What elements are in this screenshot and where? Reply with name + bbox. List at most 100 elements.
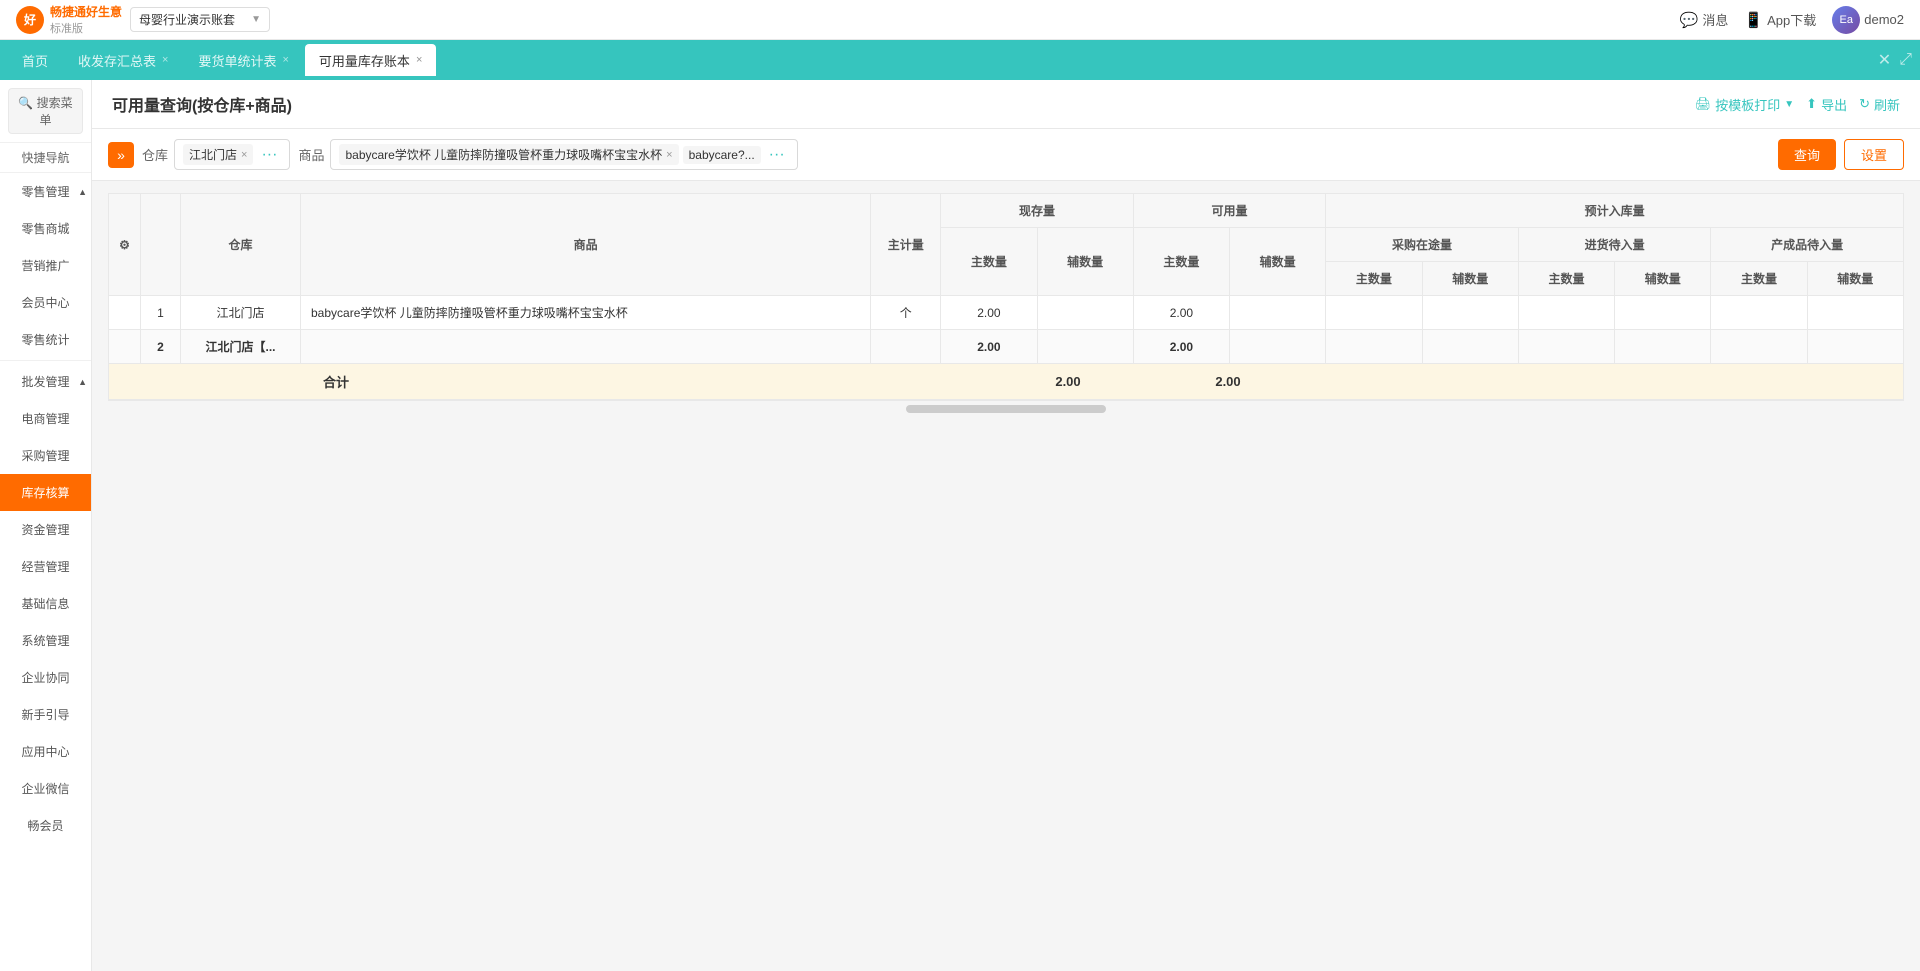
- cell-incoming-aux-2: [1615, 330, 1711, 364]
- scroll-area: [108, 400, 1904, 416]
- message-icon: 💬: [1680, 11, 1699, 29]
- tab-available-stock[interactable]: 可用量库存账本 ×: [305, 44, 436, 76]
- product-tag-2: babycare?...: [683, 146, 761, 164]
- warehouse-input[interactable]: 江北门店 × ···: [174, 139, 290, 170]
- page-actions: 🖨 按模板打印 ▼ ⬆ 导出 ↻ 刷新: [1695, 95, 1900, 114]
- cell-stock-main-1: 2.00: [941, 296, 1037, 330]
- scroll-bar[interactable]: [906, 405, 1106, 413]
- sidebar-search: 🔍 搜索菜单: [0, 80, 91, 143]
- cell-avail-aux-2: [1230, 330, 1326, 364]
- th-settings[interactable]: ⚙: [109, 194, 141, 296]
- store-selector[interactable]: 母婴行业演示账套 ▼: [130, 7, 270, 32]
- sidebar-item-inventory[interactable]: 库存核算: [0, 474, 91, 511]
- cell-prod-aux-2: [1807, 330, 1903, 364]
- warehouse-label: 仓库: [142, 145, 168, 164]
- search-menu-btn[interactable]: 🔍 搜索菜单: [8, 88, 83, 134]
- logo-icon: 好: [16, 6, 44, 34]
- quick-nav-btn[interactable]: 快捷导航: [0, 143, 91, 173]
- th-stock-main: 主数量: [941, 228, 1037, 296]
- cell-incoming-aux-1: [1615, 296, 1711, 330]
- sidebar-item-wholesale[interactable]: 批发管理: [0, 363, 91, 400]
- th-avail-aux: 辅数量: [1230, 228, 1326, 296]
- print-btn[interactable]: 🖨 按模板打印 ▼: [1695, 95, 1794, 114]
- table-row: 2 江北门店【... 2.00 2.00: [109, 330, 1904, 364]
- cell-warehouse-1: 江北门店: [181, 296, 301, 330]
- sidebar-item-enterprise[interactable]: 企业协同: [0, 659, 91, 696]
- cell-checkbox[interactable]: [109, 296, 141, 330]
- sidebar-item-retail-stats[interactable]: 零售统计: [0, 321, 91, 358]
- cell-pur-transit-aux-2: [1422, 330, 1518, 364]
- filter-actions: 查询 设置: [1778, 139, 1904, 170]
- sidebar-item-basic-info[interactable]: 基础信息: [0, 585, 91, 622]
- th-purchase-transit: 采购在途量: [1326, 228, 1519, 262]
- avatar: Ea: [1832, 6, 1860, 34]
- remove-product-tag-1[interactable]: ×: [666, 149, 672, 161]
- message-btn[interactable]: 💬 消息: [1680, 10, 1729, 29]
- sidebar-item-app-center[interactable]: 应用中心: [0, 733, 91, 770]
- close-tab-3[interactable]: ×: [416, 54, 422, 66]
- fullscreen-btn[interactable]: ⤢: [1899, 51, 1912, 69]
- print-icon: 🖨: [1695, 96, 1712, 112]
- cell-checkbox-2[interactable]: [109, 330, 141, 364]
- th-current-stock: 现存量: [941, 194, 1134, 228]
- user-profile[interactable]: Ea demo2: [1832, 6, 1904, 34]
- th-prod-aux: 辅数量: [1807, 262, 1903, 296]
- sidebar-item-retail-mall[interactable]: 零售商城: [0, 210, 91, 247]
- remove-warehouse-tag[interactable]: ×: [241, 149, 247, 161]
- cell-pur-transit-main-1: [1326, 296, 1422, 330]
- nav-tabs: 首页 收发存汇总表 × 要货单统计表 × 可用量库存账本 × ✕ ⤢: [0, 40, 1920, 80]
- product-label: 商品: [298, 145, 324, 164]
- cell-product-2: [301, 330, 871, 364]
- th-prod-main: 主数量: [1711, 262, 1807, 296]
- close-all-btn[interactable]: ✕: [1878, 50, 1891, 70]
- th-stock-aux: 辅数量: [1037, 228, 1133, 296]
- cell-incoming-main-1: [1518, 296, 1614, 330]
- search-icon: 🔍: [18, 96, 33, 110]
- warehouse-more-btn[interactable]: ···: [257, 146, 281, 164]
- sidebar-item-vip[interactable]: 畅会员: [0, 807, 91, 844]
- sidebar-item-newbie[interactable]: 新手引导: [0, 696, 91, 733]
- cell-index-2: 2: [141, 330, 181, 364]
- tab-order-stats[interactable]: 要货单统计表 ×: [184, 44, 302, 76]
- cell-prod-aux-1: [1807, 296, 1903, 330]
- refresh-icon: ↻: [1859, 96, 1870, 112]
- query-button[interactable]: 查询: [1778, 139, 1836, 170]
- refresh-btn[interactable]: ↻ 刷新: [1859, 95, 1900, 114]
- sidebar-item-system[interactable]: 系统管理: [0, 622, 91, 659]
- data-table: ⚙ 仓库 商品 主计量 现存量 可用量 预计入库量 主数量 辅数量 主数量 辅数…: [108, 193, 1904, 364]
- sidebar-item-members[interactable]: 会员中心: [0, 284, 91, 321]
- sidebar-item-retail-mgmt[interactable]: 零售管理: [0, 173, 91, 210]
- nav-actions: ✕ ⤢: [1878, 50, 1912, 70]
- close-tab-2[interactable]: ×: [282, 54, 288, 66]
- cell-product-1: babycare学饮杯 儿童防摔防撞吸管杯重力球吸嘴杯宝宝水杯: [301, 296, 871, 330]
- tab-home[interactable]: 首页: [8, 44, 62, 76]
- cell-unit-1: 个: [871, 296, 941, 330]
- cell-avail-aux-1: [1230, 296, 1326, 330]
- summary-label: 合计: [323, 372, 403, 391]
- product-input[interactable]: babycare学饮杯 儿童防摔防撞吸管杯重力球吸嘴杯宝宝水杯 × babyca…: [330, 139, 797, 170]
- filter-bar: » 仓库 江北门店 × ··· 商品 babycare学饮杯 儿童防摔防撞吸管杯…: [92, 129, 1920, 181]
- page-header: 可用量查询(按仓库+商品) 🖨 按模板打印 ▼ ⬆ 导出 ↻ 刷新: [92, 80, 1920, 129]
- sidebar-item-ecommerce[interactable]: 电商管理: [0, 400, 91, 437]
- th-pur-main: 主数量: [1326, 262, 1422, 296]
- product-tag-1: babycare学饮杯 儿童防摔防撞吸管杯重力球吸嘴杯宝宝水杯 ×: [339, 144, 678, 165]
- app-download-btn[interactable]: 📱 App下载: [1744, 10, 1816, 29]
- th-pur-aux: 辅数量: [1422, 262, 1518, 296]
- tab-receive-send[interactable]: 收发存汇总表 ×: [64, 44, 182, 76]
- th-available: 可用量: [1133, 194, 1326, 228]
- close-tab-1[interactable]: ×: [162, 54, 168, 66]
- filter-expand-btn[interactable]: »: [108, 142, 134, 168]
- top-bar: 好 畅捷通好生意 标准版 母婴行业演示账套 ▼ 💬 消息 📱 App下载 Ea …: [0, 0, 1920, 40]
- cell-incoming-main-2: [1518, 330, 1614, 364]
- sidebar-item-purchase[interactable]: 采购管理: [0, 437, 91, 474]
- product-more-btn[interactable]: ···: [765, 146, 789, 164]
- export-btn[interactable]: ⬆ 导出: [1806, 95, 1847, 114]
- warehouse-filter-group: 仓库 江北门店 × ···: [142, 139, 290, 170]
- top-bar-left: 好 畅捷通好生意 标准版 母婴行业演示账套 ▼: [16, 3, 270, 36]
- sidebar-item-wechat[interactable]: 企业微信: [0, 770, 91, 807]
- sidebar-item-operations[interactable]: 经营管理: [0, 548, 91, 585]
- settings-button[interactable]: 设置: [1844, 139, 1904, 170]
- sidebar-item-marketing[interactable]: 营销推广: [0, 247, 91, 284]
- sidebar-item-finance[interactable]: 资金管理: [0, 511, 91, 548]
- cell-pur-transit-main-2: [1326, 330, 1422, 364]
